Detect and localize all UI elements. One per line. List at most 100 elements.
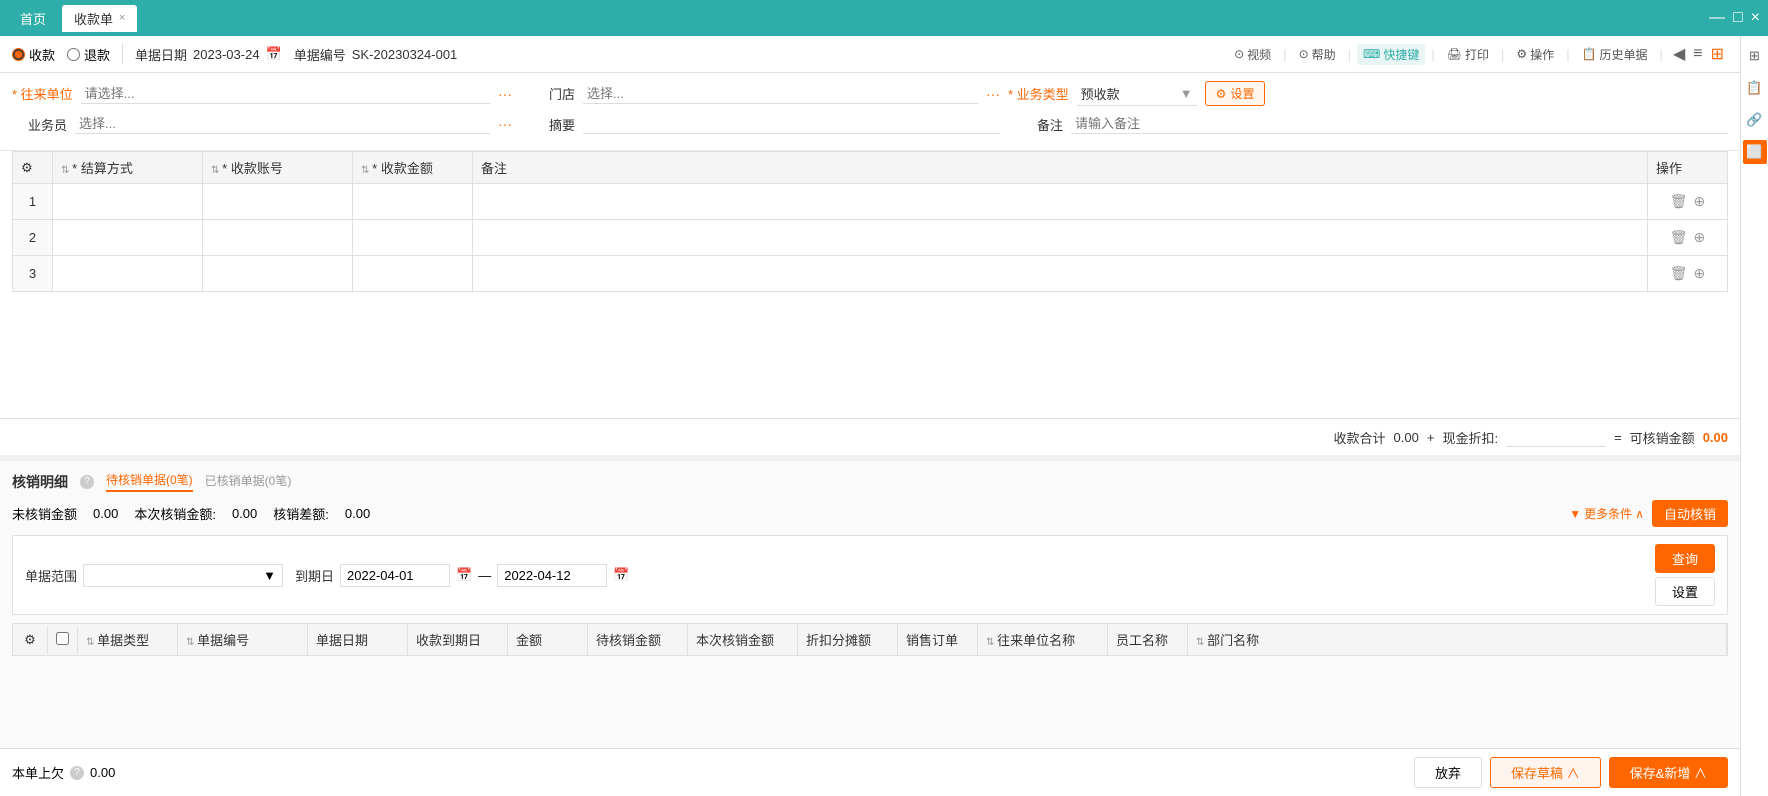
row-delete-btn-3[interactable]: 🗑 bbox=[1670, 265, 1688, 282]
abandon-btn[interactable]: 放弃 bbox=[1414, 757, 1482, 788]
date-value[interactable]: 2023-03-24 bbox=[193, 47, 260, 62]
save-new-btn[interactable]: 保存&新增 ∧ bbox=[1609, 757, 1728, 788]
row-amount-1[interactable] bbox=[353, 184, 473, 220]
number-field: 单据编号 SK-20230324-001 bbox=[294, 45, 458, 64]
row-copy-btn-3[interactable]: ⊕ bbox=[1694, 265, 1706, 282]
table-area: ⚙ ⇅ * 结算方式 ⇅ * 收款账号 ⇅ * 收款金额 bbox=[0, 151, 1740, 418]
number-value: SK-20230324-001 bbox=[352, 47, 458, 62]
row-index-2: 2 bbox=[13, 220, 53, 256]
biz-type-select[interactable]: 预收款 ▼ bbox=[1077, 82, 1197, 106]
history-icon: 📋 bbox=[1582, 47, 1597, 61]
remark-input[interactable] bbox=[1071, 114, 1728, 134]
bottom-gear-col[interactable]: ⚙ bbox=[13, 626, 48, 654]
query-buttons: 查询 设置 bbox=[1655, 544, 1715, 606]
receipt-radio[interactable]: 收款 bbox=[12, 45, 55, 64]
tab-home[interactable]: 首页 bbox=[8, 5, 58, 32]
divider1 bbox=[122, 44, 123, 64]
table-row: 2 🗑 ⊕ bbox=[13, 220, 1728, 256]
refund-radio[interactable]: 退款 bbox=[67, 45, 110, 64]
query-btn[interactable]: 查询 bbox=[1655, 544, 1715, 573]
summary-input[interactable] bbox=[583, 114, 1000, 134]
diff-value: 0.00 bbox=[345, 506, 370, 521]
chevron-down-icon2: ▼ bbox=[263, 568, 276, 583]
partner-label: * 往来单位 bbox=[12, 84, 73, 103]
partner-input[interactable] bbox=[81, 84, 490, 104]
date-to-input[interactable] bbox=[497, 564, 607, 587]
due-date-field: 到期日 📅 — 📅 bbox=[295, 564, 629, 587]
row-remark-3[interactable] bbox=[473, 256, 1648, 292]
salesman-input[interactable] bbox=[75, 114, 490, 134]
shop-input[interactable] bbox=[583, 84, 978, 104]
history-btn[interactable]: 📋 历史单据 bbox=[1576, 44, 1654, 65]
save-draft-btn[interactable]: 保存草稿 ∧ bbox=[1490, 757, 1601, 788]
chevron-down-icon: ▼ bbox=[1180, 86, 1193, 101]
date-from-input[interactable] bbox=[340, 564, 450, 587]
calendar-icon[interactable]: 📅 bbox=[266, 46, 282, 62]
row-settle-3[interactable] bbox=[53, 256, 203, 292]
row-amount-2[interactable] bbox=[353, 220, 473, 256]
amount-header: ⇅ * 收款金额 bbox=[353, 152, 473, 184]
maximize-btn[interactable]: □ bbox=[1733, 9, 1743, 27]
settings-query-btn[interactable]: 设置 bbox=[1655, 577, 1715, 606]
biz-type-label: * 业务类型 bbox=[1008, 84, 1069, 103]
table-row: 3 🗑 ⊕ bbox=[13, 256, 1728, 292]
gear-header[interactable]: ⚙ bbox=[13, 152, 53, 184]
row-copy-btn-2[interactable]: ⊕ bbox=[1694, 229, 1706, 246]
total-value: 0.00 bbox=[1394, 430, 1419, 445]
toolbar-right: ⊙ 视频 | ⊙ 帮助 | ⌨ 快捷键 | 🖨 打印 | bbox=[1228, 42, 1728, 66]
right-panel-link-btn[interactable]: 🔗 bbox=[1743, 108, 1767, 132]
right-panel-expand-btn[interactable]: ⬜ bbox=[1743, 140, 1767, 164]
layout-list-btn[interactable]: ◀ bbox=[1669, 42, 1689, 66]
date-range: 📅 — 📅 bbox=[340, 564, 629, 587]
row-remark-2[interactable] bbox=[473, 220, 1648, 256]
remark-header: 备注 bbox=[473, 152, 1648, 184]
row-delete-btn-2[interactable]: 🗑 bbox=[1670, 229, 1688, 246]
available-label: 可核销金额 bbox=[1630, 428, 1695, 447]
row-remark-1[interactable] bbox=[473, 184, 1648, 220]
operation-btn[interactable]: ⚙ 操作 bbox=[1510, 44, 1560, 65]
row-account-3[interactable] bbox=[203, 256, 353, 292]
row-copy-btn-1[interactable]: ⊕ bbox=[1694, 193, 1706, 210]
gear-icon: ⚙ bbox=[1216, 87, 1227, 101]
auto-reconcile-btn[interactable]: 自动核销 bbox=[1652, 500, 1728, 527]
partner-more-btn[interactable]: ··· bbox=[498, 86, 512, 102]
print-btn[interactable]: 🖨 打印 bbox=[1441, 44, 1495, 65]
help-btn[interactable]: ⊙ 帮助 bbox=[1293, 44, 1342, 65]
toolbar: 收款 退款 单据日期 2023-03-24 📅 单据编号 SK-20230324… bbox=[0, 36, 1740, 73]
operation-icon: ⚙ bbox=[1516, 47, 1527, 61]
tab-active[interactable]: 收款单 × bbox=[62, 5, 137, 32]
layout-grid-btn[interactable]: ≡ bbox=[1689, 43, 1706, 65]
row-delete-btn-1[interactable]: 🗑 bbox=[1670, 193, 1688, 210]
more-conditions-btn[interactable]: ▼ 更多条件 ∧ bbox=[1569, 505, 1644, 522]
filter-icon: ▼ bbox=[1569, 507, 1581, 521]
minimize-btn[interactable]: — bbox=[1709, 9, 1725, 27]
right-panel-doc-btn[interactable]: 📋 bbox=[1743, 76, 1767, 100]
sort-icon: ⇅ bbox=[61, 165, 72, 176]
video-btn[interactable]: ⊙ 视频 bbox=[1228, 44, 1277, 65]
row-account-2[interactable] bbox=[203, 220, 353, 256]
discount-input[interactable] bbox=[1506, 427, 1606, 447]
completed-tab[interactable]: 已核销单据(0笔) bbox=[205, 472, 292, 491]
bottom-checkbox-col[interactable] bbox=[48, 626, 78, 654]
shop-more-btn[interactable]: ··· bbox=[986, 86, 1000, 102]
prev-info-icon[interactable]: ? bbox=[70, 766, 84, 780]
row-account-1[interactable] bbox=[203, 184, 353, 220]
prev-value: 0.00 bbox=[90, 765, 115, 780]
layout-tile-btn[interactable]: ⊞ bbox=[1707, 42, 1728, 66]
salesman-more-btn[interactable]: ··· bbox=[498, 116, 512, 132]
unchecked-label: 未核销金额 bbox=[12, 504, 77, 523]
close-btn[interactable]: × bbox=[1751, 9, 1760, 27]
row-amount-3[interactable] bbox=[353, 256, 473, 292]
calendar-icon-1[interactable]: 📅 bbox=[456, 567, 472, 583]
pending-tab[interactable]: 待核销单据(0笔) bbox=[106, 471, 193, 492]
recon-info-icon[interactable]: ? bbox=[80, 475, 94, 489]
row-settle-1[interactable] bbox=[53, 184, 203, 220]
calendar-icon-2[interactable]: 📅 bbox=[613, 567, 629, 583]
settings-btn[interactable]: ⚙ 设置 bbox=[1205, 81, 1266, 106]
row-settle-2[interactable] bbox=[53, 220, 203, 256]
doc-range-select[interactable]: ▼ bbox=[83, 564, 283, 587]
tab-close-btn[interactable]: × bbox=[119, 12, 125, 24]
shortcut-btn[interactable]: ⌨ 快捷键 bbox=[1357, 44, 1425, 65]
discount-label: 现金折扣: bbox=[1442, 428, 1498, 447]
right-panel-table-btn[interactable]: ⊞ bbox=[1743, 44, 1767, 68]
